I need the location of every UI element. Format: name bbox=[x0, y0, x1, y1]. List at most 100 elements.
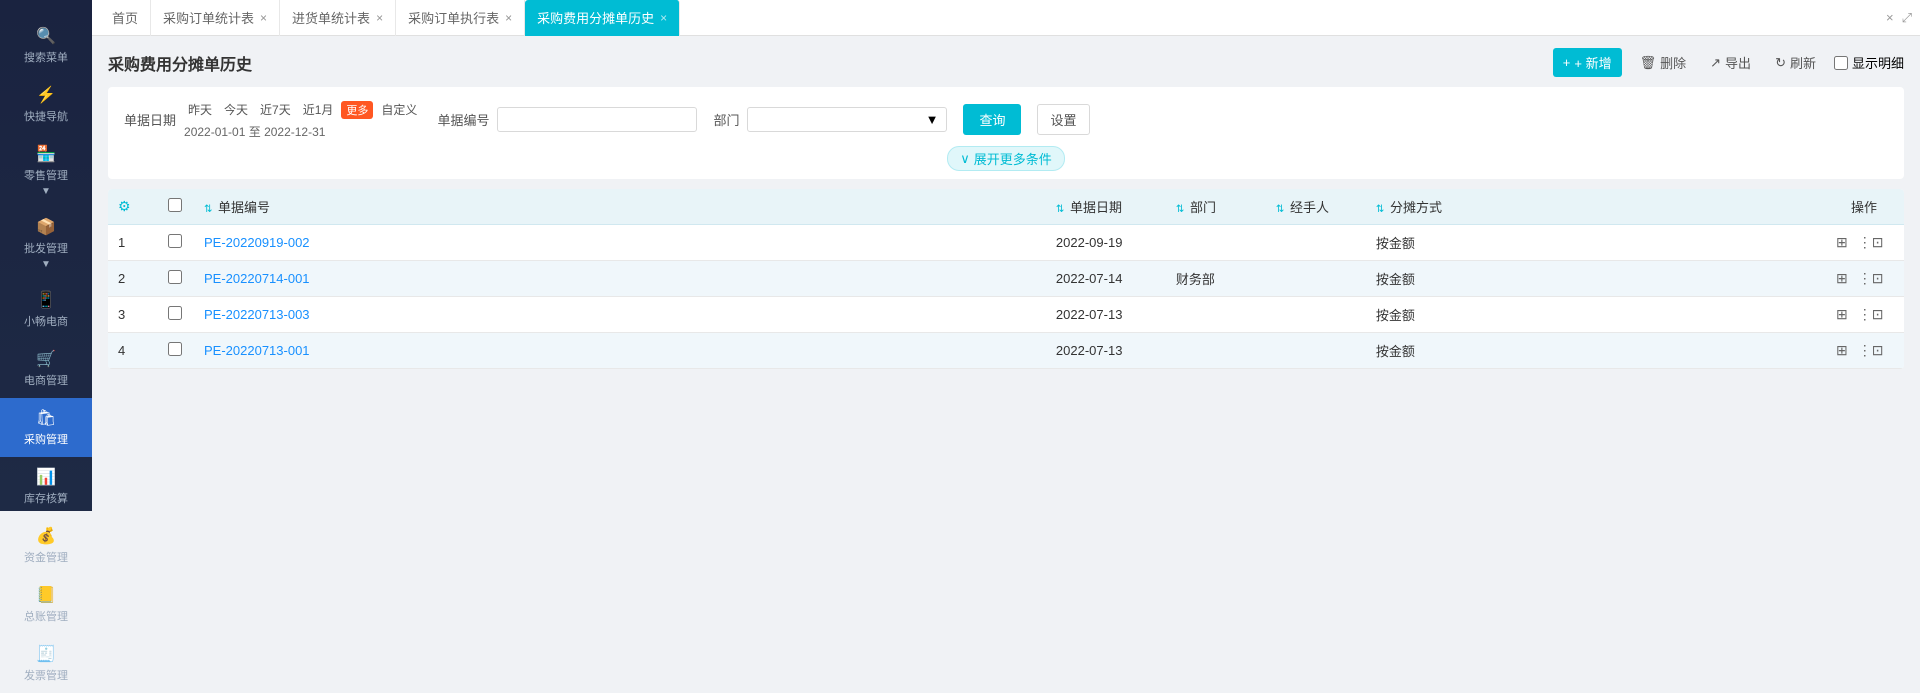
col-header-dept: ⇅ 部门 bbox=[1166, 189, 1266, 225]
row-action-1: ⊞ ⋮⊡ bbox=[1824, 261, 1904, 297]
delete-button[interactable]: 🗑 删除 bbox=[1634, 49, 1693, 76]
sidebar-item-wholesale[interactable]: 📦批发管理▼ bbox=[0, 207, 92, 280]
shortcut-custom[interactable]: 自定义 bbox=[377, 99, 421, 120]
row-edit-icon-1[interactable]: ⊞ bbox=[1834, 268, 1850, 289]
tab-label-purchase-split: 采购费用分摊单历史 bbox=[537, 8, 654, 27]
row-docno-link-2[interactable]: PE-20220713-003 bbox=[204, 307, 310, 322]
close-window-icon[interactable]: × bbox=[1886, 10, 1894, 25]
table-row: 4 PE-20220713-001 2022-07-13 按金额 ⊞ ⋮⊡ bbox=[108, 333, 1904, 369]
refresh-button[interactable]: ↻ 刷新 bbox=[1769, 49, 1822, 76]
row-no-0: 1 bbox=[108, 225, 158, 261]
tab-purchase-exec[interactable]: 采购订单执行表 × bbox=[396, 0, 525, 36]
row-edit-icon-2[interactable]: ⊞ bbox=[1834, 304, 1850, 325]
row-action-0: ⊞ ⋮⊡ bbox=[1824, 225, 1904, 261]
row-docno-link-3[interactable]: PE-20220713-001 bbox=[204, 343, 310, 358]
docno-input[interactable] bbox=[497, 107, 697, 132]
row-select-1[interactable] bbox=[168, 270, 182, 284]
row-docno-link-1[interactable]: PE-20220714-001 bbox=[204, 271, 310, 286]
show-detail-checkbox[interactable] bbox=[1834, 56, 1848, 70]
export-button[interactable]: ↗ 导出 bbox=[1704, 49, 1757, 76]
tab-label-home: 首页 bbox=[112, 8, 138, 27]
date-range-value: 2022-01-01 至 2022-12-31 bbox=[184, 123, 421, 140]
expand-conditions-button[interactable]: ∨ 展开更多条件 bbox=[947, 146, 1065, 171]
sidebar-icon-finance: 💰 bbox=[36, 526, 56, 546]
sidebar-item-ledger[interactable]: 📒总账管理 bbox=[0, 575, 92, 634]
tab-home[interactable]: 首页 bbox=[100, 0, 151, 36]
row-method-3: 按金额 bbox=[1366, 333, 1824, 369]
row-checkbox-2 bbox=[158, 297, 194, 333]
table-row: 1 PE-20220919-002 2022-09-19 按金额 ⊞ ⋮⊡ bbox=[108, 225, 1904, 261]
row-more-icon-3[interactable]: ⋮⊡ bbox=[1856, 340, 1886, 361]
row-select-3[interactable] bbox=[168, 342, 182, 356]
add-button[interactable]: + + 新增 bbox=[1553, 48, 1622, 77]
sidebar-icon-search: 🔍 bbox=[36, 26, 56, 46]
checkbox-all[interactable] bbox=[168, 198, 182, 212]
row-action-3: ⊞ ⋮⊡ bbox=[1824, 333, 1904, 369]
settings-button[interactable]: 设置 bbox=[1037, 104, 1089, 135]
row-edit-icon-3[interactable]: ⊞ bbox=[1834, 340, 1850, 361]
chevron-down-icon: ∨ bbox=[960, 151, 970, 167]
tab-purchase-stat[interactable]: 采购订单统计表× bbox=[151, 0, 280, 36]
tab-inbound-stat[interactable]: 进货单统计表 × bbox=[280, 0, 396, 36]
row-date-0: 2022-09-19 bbox=[1046, 225, 1166, 261]
tab-purchase-split[interactable]: 采购费用分摊单历史 × bbox=[525, 0, 680, 36]
sidebar-icon-purchase: 🛍 bbox=[36, 408, 56, 428]
settings-gear-icon[interactable]: ⚙ bbox=[118, 198, 131, 214]
date-shortcuts: 昨天 今天 近7天 近1月 更多 自定义 2022-01-01 至 2022-1… bbox=[184, 99, 421, 140]
sidebar-icon-wholesale: 📦 bbox=[36, 217, 56, 237]
shortcut-1month[interactable]: 近1月 bbox=[299, 99, 338, 120]
sidebar-item-mini[interactable]: 📱小畅电商 bbox=[0, 280, 92, 339]
table-row: 2 PE-20220714-001 2022-07-14 财务部 按金额 ⊞ ⋮… bbox=[108, 261, 1904, 297]
row-edit-icon-0[interactable]: ⊞ bbox=[1834, 232, 1850, 253]
sidebar-icon-retail: 🏪 bbox=[36, 144, 56, 164]
dept-select[interactable]: ▼ bbox=[747, 107, 947, 132]
row-docno-link-0[interactable]: PE-20220919-002 bbox=[204, 235, 310, 250]
table-row: 3 PE-20220713-003 2022-07-13 按金额 ⊞ ⋮⊡ bbox=[108, 297, 1904, 333]
docno-field: 单据编号 bbox=[437, 107, 697, 132]
sidebar-item-quicknav[interactable]: ⚡快捷导航 bbox=[0, 75, 92, 134]
sidebar-item-ecom[interactable]: 🛒电商管理 bbox=[0, 339, 92, 398]
row-checkbox-3 bbox=[158, 333, 194, 369]
row-handler-1 bbox=[1266, 261, 1366, 297]
row-no-1: 2 bbox=[108, 261, 158, 297]
content-area: 采购费用分摊单历史 + + 新增 🗑 删除 ↗ 导出 ↻ 刷新 bbox=[92, 36, 1920, 511]
tab-label-inbound-stat: 进货单统计表 bbox=[292, 8, 370, 27]
tab-close-purchase-exec[interactable]: × bbox=[505, 11, 512, 25]
search-button[interactable]: 查询 bbox=[963, 104, 1021, 135]
tab-close-purchase-stat[interactable]: × bbox=[260, 11, 267, 25]
shortcut-yesterday[interactable]: 昨天 bbox=[184, 99, 216, 120]
sidebar-item-retail[interactable]: 🏪零售管理▼ bbox=[0, 134, 92, 207]
shortcut-today[interactable]: 今天 bbox=[220, 99, 252, 120]
row-more-icon-0[interactable]: ⋮⊡ bbox=[1856, 232, 1886, 253]
sort-icon-handler: ⇅ bbox=[1276, 204, 1284, 215]
export-icon: ↗ bbox=[1710, 55, 1721, 71]
shortcut-7days[interactable]: 近7天 bbox=[256, 99, 295, 120]
table-header-row: ⚙ ⇅ 单据编号 ⇅ 单据日期 bbox=[108, 189, 1904, 225]
tab-close-inbound-stat[interactable]: × bbox=[376, 11, 383, 25]
sidebar-icon-mini: 📱 bbox=[36, 290, 56, 310]
row-more-icon-2[interactable]: ⋮⊡ bbox=[1856, 304, 1886, 325]
sidebar-item-purchase[interactable]: 🛍采购管理 bbox=[0, 398, 92, 457]
row-docno-2: PE-20220713-003 bbox=[194, 297, 1046, 333]
sidebar-item-search[interactable]: 🔍搜索菜单 bbox=[0, 16, 92, 75]
main-area: 首页采购订单统计表×进货单统计表×采购订单执行表×采购费用分摊单历史× × ⤢ … bbox=[92, 0, 1920, 511]
refresh-icon: ↻ bbox=[1775, 55, 1786, 71]
sidebar-icon-ledger: 📒 bbox=[36, 585, 56, 605]
dept-label: 部门 bbox=[713, 110, 739, 129]
row-checkbox-0 bbox=[158, 225, 194, 261]
tab-close-purchase-split[interactable]: × bbox=[660, 11, 667, 25]
row-dept-3 bbox=[1166, 333, 1266, 369]
row-more-icon-1[interactable]: ⋮⊡ bbox=[1856, 268, 1886, 289]
row-select-2[interactable] bbox=[168, 306, 182, 320]
row-select-0[interactable] bbox=[168, 234, 182, 248]
row-handler-2 bbox=[1266, 297, 1366, 333]
tab-label-purchase-exec: 采购订单执行表 bbox=[408, 8, 499, 27]
col-header-date: ⇅ 单据日期 bbox=[1046, 189, 1166, 225]
sidebar-item-invoice[interactable]: 🧾发票管理 bbox=[0, 634, 92, 693]
tab-actions: × ⤢ bbox=[1886, 10, 1912, 26]
maximize-icon[interactable]: ⤢ bbox=[1902, 10, 1912, 26]
sidebar-item-finance[interactable]: 💰资金管理 bbox=[0, 516, 92, 575]
shortcut-more[interactable]: 更多 bbox=[341, 101, 373, 119]
sidebar-item-inventory[interactable]: 📊库存核算 bbox=[0, 457, 92, 516]
row-method-1: 按金额 bbox=[1366, 261, 1824, 297]
